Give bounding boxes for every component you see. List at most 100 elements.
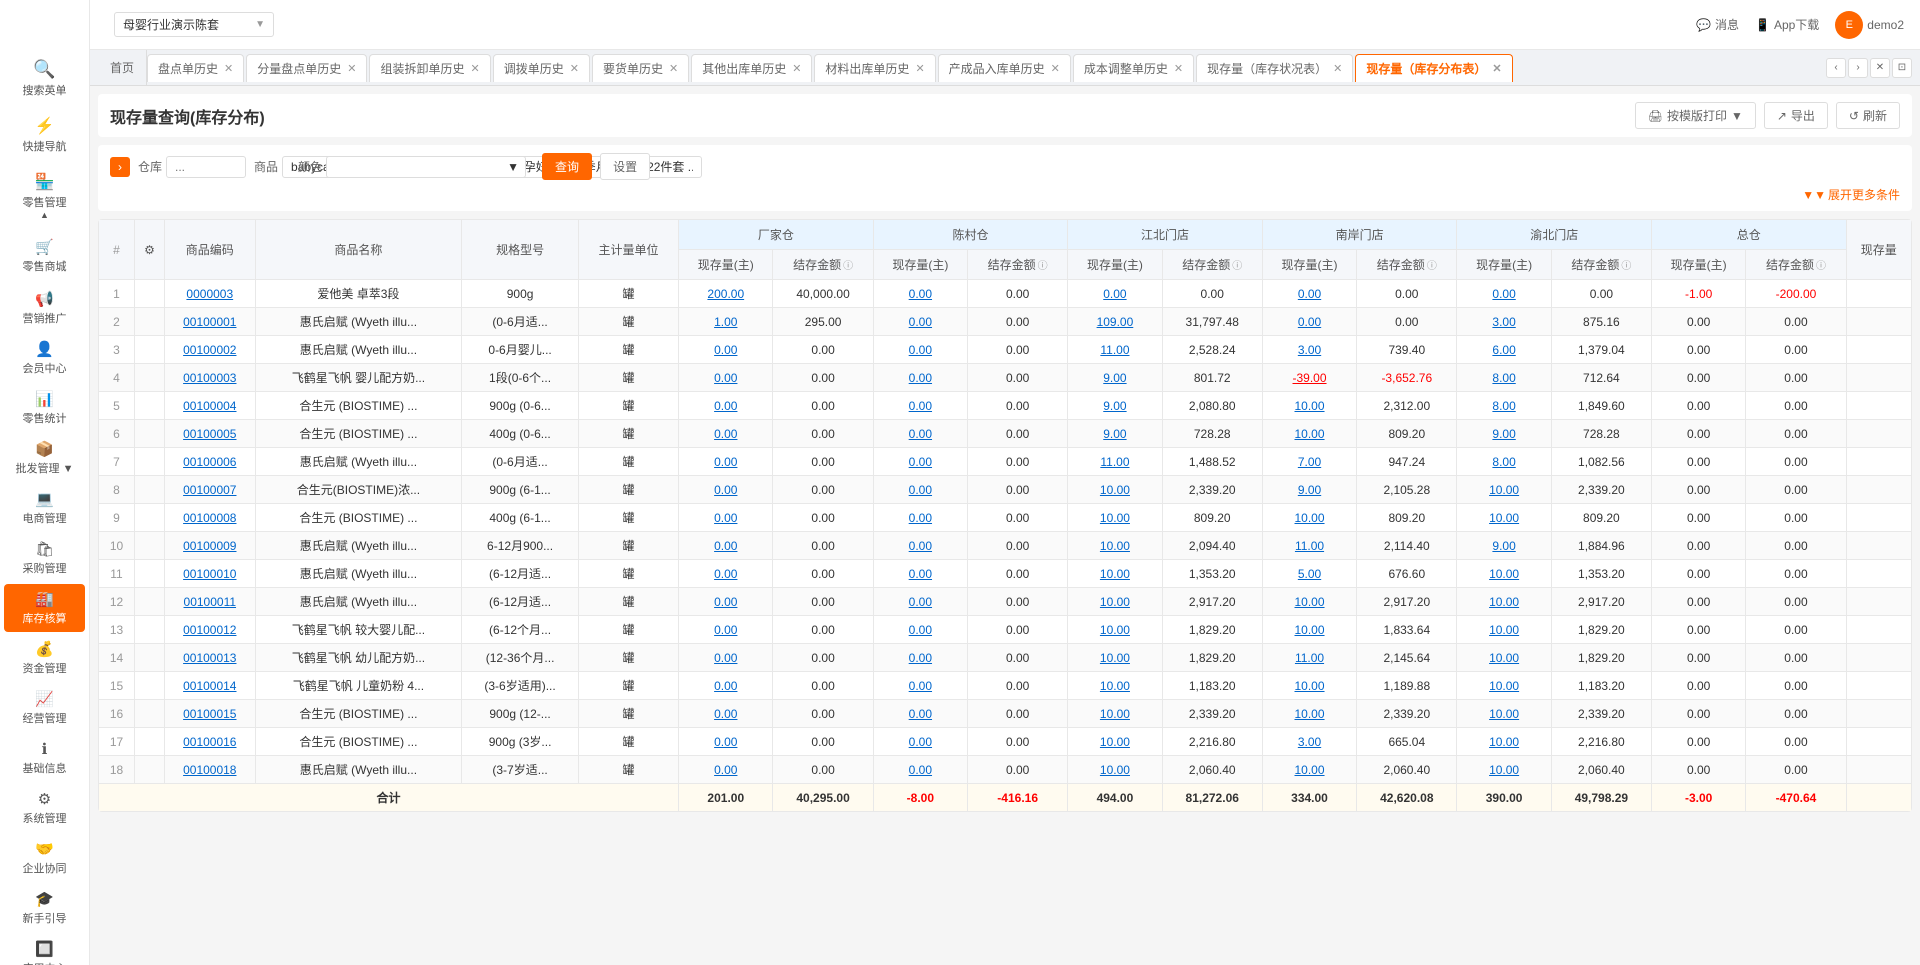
sidebar-item-guide[interactable]: 🎓 新手引导: [4, 884, 85, 932]
cell-w5-qty[interactable]: 6.00: [1457, 336, 1551, 364]
cell-w4-qty[interactable]: 3.00: [1262, 336, 1356, 364]
cell-code[interactable]: 00100002: [165, 336, 256, 364]
cell-w4-qty[interactable]: 11.00: [1262, 644, 1356, 672]
w4-qty-link[interactable]: 10.00: [1295, 595, 1325, 609]
cell-w2-qty[interactable]: 0.00: [873, 700, 967, 728]
tab-close-1[interactable]: ✕: [347, 62, 356, 75]
w3-qty-link[interactable]: 109.00: [1097, 315, 1134, 329]
code-link[interactable]: 00100011: [184, 595, 237, 609]
cell-w3-qty[interactable]: 9.00: [1068, 364, 1162, 392]
w3-qty-link[interactable]: 10.00: [1100, 539, 1130, 553]
code-link[interactable]: 00100012: [183, 623, 236, 637]
w4-qty-link[interactable]: 11.00: [1295, 539, 1324, 553]
cell-w4-qty[interactable]: 7.00: [1262, 448, 1356, 476]
cell-w5-qty[interactable]: 8.00: [1457, 448, 1551, 476]
tab-5[interactable]: 其他出库单历史✕: [691, 54, 812, 82]
w3-qty-link[interactable]: 10.00: [1100, 567, 1130, 581]
cell-w1-qty[interactable]: 0.00: [679, 392, 773, 420]
code-link[interactable]: 00100004: [183, 399, 236, 413]
code-link[interactable]: 00100007: [183, 483, 236, 497]
tab-10[interactable]: 现存量（库存分布表）✕: [1355, 54, 1512, 82]
cell-w1-qty[interactable]: 0.00: [679, 336, 773, 364]
tab-close-4[interactable]: ✕: [669, 62, 678, 75]
warehouse-input[interactable]: [166, 156, 246, 178]
cell-code[interactable]: 00100018: [165, 756, 256, 784]
w1-qty-link[interactable]: 0.00: [714, 483, 737, 497]
w2-qty-link[interactable]: 0.00: [909, 287, 932, 301]
industry-selector[interactable]: 母婴行业演示陈套 ▼: [114, 12, 274, 37]
settings-btn[interactable]: 设置: [600, 153, 650, 180]
w2-qty-link[interactable]: 0.00: [909, 735, 932, 749]
tab-close-7[interactable]: ✕: [1051, 62, 1060, 75]
w2-qty-link[interactable]: 0.00: [909, 371, 932, 385]
cell-w1-qty[interactable]: 0.00: [679, 448, 773, 476]
w2-qty-link[interactable]: 0.00: [909, 623, 932, 637]
w2-qty-link[interactable]: 0.00: [909, 567, 932, 581]
cell-code[interactable]: 00100006: [165, 448, 256, 476]
tab-1[interactable]: 分量盘点单历史✕: [246, 54, 367, 82]
sidebar-item-operation[interactable]: 📈 经营管理: [4, 684, 85, 732]
cell-w4-qty[interactable]: 10.00: [1262, 392, 1356, 420]
w2-qty-link[interactable]: 0.00: [909, 707, 932, 721]
cell-w3-qty[interactable]: 109.00: [1068, 308, 1162, 336]
cell-w5-qty[interactable]: 10.00: [1457, 476, 1551, 504]
code-link[interactable]: 00100015: [183, 707, 236, 721]
cell-w3-qty[interactable]: 10.00: [1068, 532, 1162, 560]
cell-w4-qty[interactable]: 10.00: [1262, 672, 1356, 700]
cell-code[interactable]: 00100011: [165, 588, 256, 616]
code-link[interactable]: 00100014: [183, 679, 236, 693]
cell-w2-qty[interactable]: 0.00: [873, 308, 967, 336]
w1-qty-link[interactable]: 0.00: [714, 595, 737, 609]
cell-w4-qty[interactable]: -39.00: [1262, 364, 1356, 392]
cell-w2-qty[interactable]: 0.00: [873, 280, 967, 308]
tab-close[interactable]: ✕: [1870, 58, 1890, 78]
cell-w3-qty[interactable]: 10.00: [1068, 504, 1162, 532]
cell-w5-qty[interactable]: 10.00: [1457, 728, 1551, 756]
cell-code[interactable]: 00100001: [165, 308, 256, 336]
code-link[interactable]: 00100013: [183, 651, 236, 665]
w5-qty-link[interactable]: 8.00: [1492, 371, 1515, 385]
sidebar-item-inventory[interactable]: 🏭 库存核算: [4, 584, 85, 632]
cell-w5-qty[interactable]: 8.00: [1457, 364, 1551, 392]
sidebar-item-nav[interactable]: ⚡ 快捷导航: [4, 108, 85, 162]
w2-qty-link[interactable]: 0.00: [909, 427, 932, 441]
w1-qty-link[interactable]: 0.00: [714, 343, 737, 357]
cell-w3-qty[interactable]: 9.00: [1068, 420, 1162, 448]
cell-w2-qty[interactable]: 0.00: [873, 616, 967, 644]
cell-w1-qty[interactable]: 0.00: [679, 420, 773, 448]
w3-qty-link[interactable]: 10.00: [1100, 595, 1130, 609]
tab-4[interactable]: 要货单历史✕: [592, 54, 689, 82]
w1-qty-link[interactable]: 0.00: [714, 707, 737, 721]
cell-w2-qty[interactable]: 0.00: [873, 476, 967, 504]
tab-8[interactable]: 成本调整单历史✕: [1073, 54, 1194, 82]
cell-w4-qty[interactable]: 10.00: [1262, 588, 1356, 616]
cell-w5-qty[interactable]: 10.00: [1457, 756, 1551, 784]
cell-w2-qty[interactable]: 0.00: [873, 644, 967, 672]
tab-close-3[interactable]: ✕: [570, 62, 579, 75]
w4-qty-link[interactable]: 0.00: [1298, 287, 1321, 301]
cell-code[interactable]: 0000003: [165, 280, 256, 308]
filter-expand-btn[interactable]: ▼▼ 展开更多条件: [1802, 186, 1900, 203]
cell-w2-qty[interactable]: 0.00: [873, 336, 967, 364]
info-icon-3[interactable]: ⓘ: [1232, 261, 1242, 272]
cell-w2-qty[interactable]: 0.00: [873, 532, 967, 560]
cell-w1-qty[interactable]: 0.00: [679, 672, 773, 700]
sidebar-item-ecommerce[interactable]: 💻 电商管理: [4, 484, 85, 532]
w5-qty-link[interactable]: 10.00: [1489, 735, 1519, 749]
cell-w2-qty[interactable]: 0.00: [873, 756, 967, 784]
nav-home[interactable]: 首页: [98, 50, 147, 86]
cell-w4-qty[interactable]: 10.00: [1262, 504, 1356, 532]
cell-w4-qty[interactable]: 0.00: [1262, 308, 1356, 336]
cell-w5-qty[interactable]: 10.00: [1457, 700, 1551, 728]
tab-close-6[interactable]: ✕: [915, 62, 924, 75]
w5-qty-link[interactable]: 10.00: [1489, 483, 1519, 497]
cell-w2-qty[interactable]: 0.00: [873, 588, 967, 616]
code-link[interactable]: 00100010: [183, 567, 236, 581]
w1-qty-link[interactable]: 0.00: [714, 763, 737, 777]
cell-code[interactable]: 00100015: [165, 700, 256, 728]
w2-qty-link[interactable]: 0.00: [909, 651, 932, 665]
w4-qty-link[interactable]: 11.00: [1295, 651, 1324, 665]
cell-w1-qty[interactable]: 0.00: [679, 616, 773, 644]
cell-code[interactable]: 00100013: [165, 644, 256, 672]
w5-qty-link[interactable]: 8.00: [1492, 455, 1515, 469]
